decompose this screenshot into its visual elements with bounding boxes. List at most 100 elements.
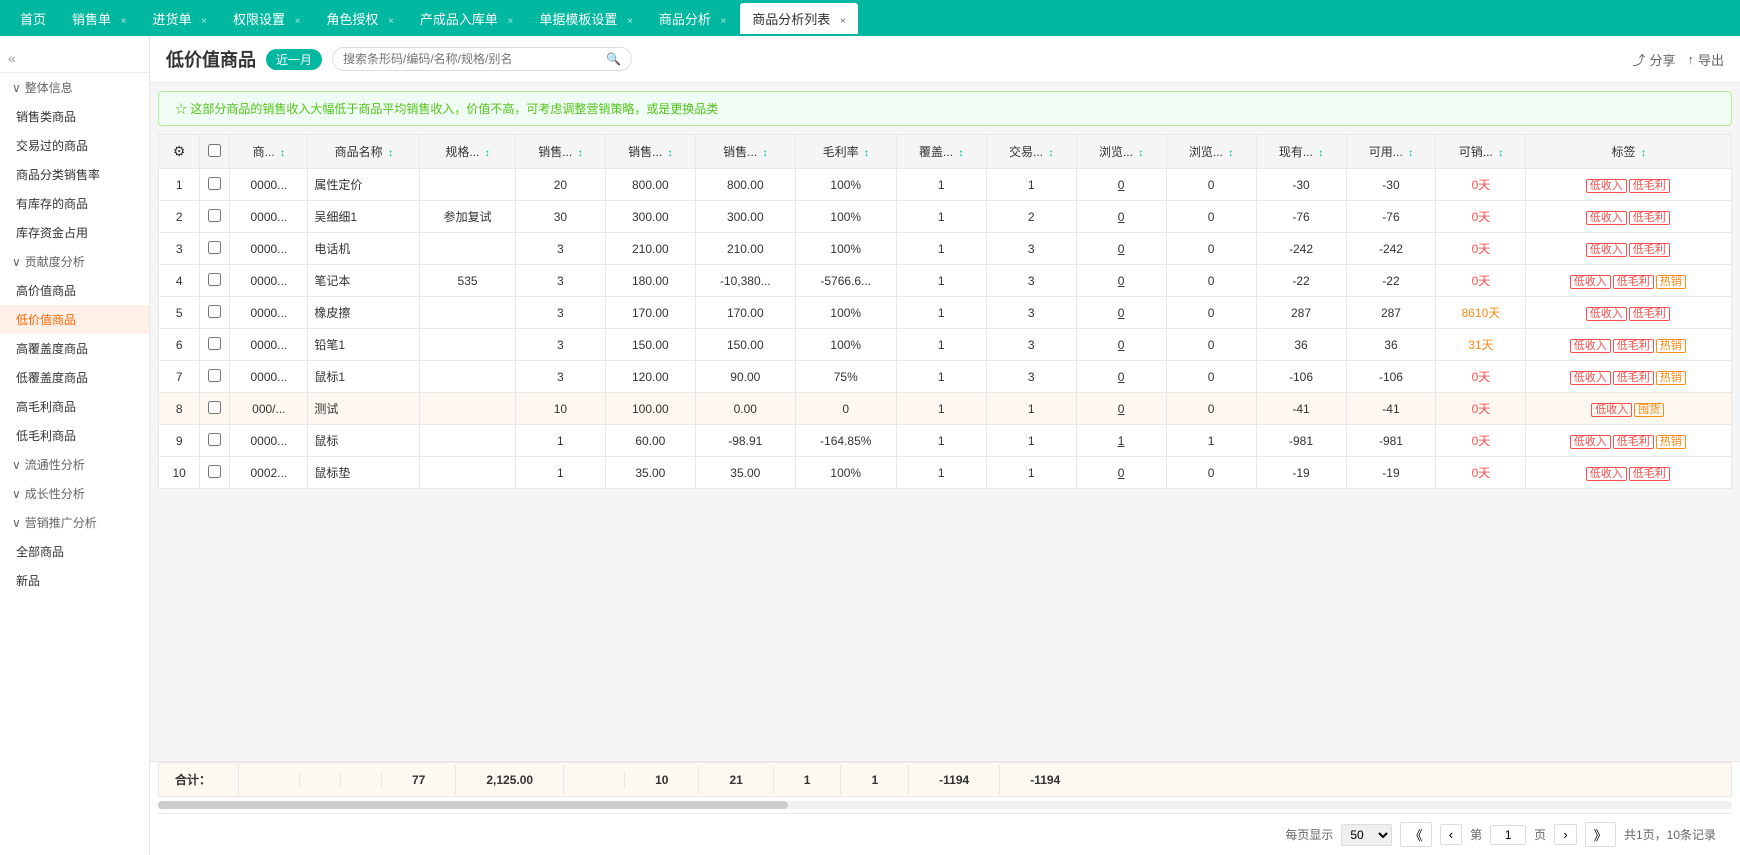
col7-link[interactable]: 0 bbox=[1118, 210, 1125, 224]
row-checkbox[interactable] bbox=[200, 457, 230, 489]
sidebar-item-stock-goods[interactable]: 有库存的商品 bbox=[0, 189, 149, 218]
row-checkbox[interactable] bbox=[200, 201, 230, 233]
row-checkbox[interactable] bbox=[200, 233, 230, 265]
search-box[interactable]: 🔍 bbox=[332, 47, 632, 71]
next-page-button[interactable]: › bbox=[1554, 824, 1576, 845]
search-input[interactable] bbox=[343, 52, 600, 66]
export-button[interactable]: ↑ 导出 bbox=[1687, 50, 1724, 69]
row-select-checkbox[interactable] bbox=[208, 273, 221, 286]
nav-product-in[interactable]: 产成品入库单 × bbox=[408, 3, 525, 34]
col7-link[interactable]: 0 bbox=[1118, 242, 1125, 256]
row-select-checkbox[interactable] bbox=[208, 465, 221, 478]
row-col7[interactable]: 0 bbox=[1076, 265, 1166, 297]
collapse-sidebar-button[interactable]: « bbox=[8, 50, 16, 66]
sidebar-item-high-coverage[interactable]: 高覆盖度商品 bbox=[0, 334, 149, 363]
col7-link[interactable]: 0 bbox=[1118, 178, 1125, 192]
per-page-select[interactable]: 50 100 200 bbox=[1341, 824, 1392, 846]
prev-page-button[interactable]: ‹ bbox=[1440, 824, 1462, 845]
nav-sales[interactable]: 销售单 × bbox=[60, 3, 138, 34]
sidebar-item-all-goods[interactable]: 全部商品 bbox=[0, 537, 149, 566]
sidebar-item-low-value[interactable]: 低价值商品 bbox=[0, 305, 149, 334]
row-col7[interactable]: 0 bbox=[1076, 233, 1166, 265]
row-select-checkbox[interactable] bbox=[208, 369, 221, 382]
row-select-checkbox[interactable] bbox=[208, 433, 221, 446]
col-available[interactable]: 可用... ↕ bbox=[1346, 135, 1436, 169]
row-col7[interactable]: 0 bbox=[1076, 201, 1166, 233]
col7-link[interactable]: 0 bbox=[1118, 466, 1125, 480]
col-views2[interactable]: 浏览... ↕ bbox=[1166, 135, 1256, 169]
col-sellable[interactable]: 可销... ↕ bbox=[1436, 135, 1526, 169]
row-col7[interactable]: 0 bbox=[1076, 169, 1166, 201]
col-current-stock[interactable]: 现有... ↕ bbox=[1256, 135, 1346, 169]
col-tags[interactable]: 标签 ↕ bbox=[1526, 135, 1732, 169]
nav-permissions[interactable]: 权限设置 × bbox=[221, 3, 312, 34]
row-checkbox[interactable] bbox=[200, 393, 230, 425]
row-col7[interactable]: 1 bbox=[1076, 425, 1166, 457]
nav-template[interactable]: 单据模板设置 × bbox=[527, 3, 644, 34]
nav-product-analysis[interactable]: 商品分析 × bbox=[647, 3, 738, 34]
col7-link[interactable]: 0 bbox=[1118, 338, 1125, 352]
settings-icon[interactable]: ⚙ bbox=[173, 143, 186, 159]
col-coverage[interactable]: 覆盖... ↕ bbox=[896, 135, 986, 169]
col-views1[interactable]: 浏览... ↕ bbox=[1076, 135, 1166, 169]
col-code[interactable]: 商... ↕ bbox=[230, 135, 308, 169]
horizontal-scrollbar[interactable] bbox=[158, 801, 1732, 809]
col-settings[interactable]: ⚙ bbox=[159, 135, 200, 169]
last-page-button[interactable]: 》 bbox=[1585, 822, 1616, 847]
row-select-checkbox[interactable] bbox=[208, 401, 221, 414]
col7-link[interactable]: 0 bbox=[1118, 402, 1125, 416]
col-checkbox[interactable] bbox=[200, 135, 230, 169]
first-page-button[interactable]: 《 bbox=[1400, 822, 1431, 847]
row-checkbox[interactable] bbox=[200, 169, 230, 201]
sidebar-item-inventory-capital[interactable]: 库存资金占用 bbox=[0, 218, 149, 247]
row-checkbox[interactable] bbox=[200, 329, 230, 361]
sidebar-group-growth-title[interactable]: ∨成长性分析 bbox=[0, 479, 149, 508]
sidebar-item-high-margin[interactable]: 高毛利商品 bbox=[0, 392, 149, 421]
sidebar-group-marketing-title[interactable]: ∨营销推广分析 bbox=[0, 508, 149, 537]
nav-roles[interactable]: 角色授权 × bbox=[314, 3, 405, 34]
page-number-input[interactable] bbox=[1490, 825, 1526, 845]
select-all-checkbox[interactable] bbox=[208, 144, 221, 157]
col-gross-margin[interactable]: 毛利率 ↕ bbox=[795, 135, 896, 169]
row-select-checkbox[interactable] bbox=[208, 177, 221, 190]
col7-link[interactable]: 0 bbox=[1118, 274, 1125, 288]
row-select-checkbox[interactable] bbox=[208, 209, 221, 222]
col7-link[interactable]: 1 bbox=[1118, 434, 1125, 448]
row-checkbox[interactable] bbox=[200, 425, 230, 457]
sidebar-item-new-goods[interactable]: 新品 bbox=[0, 566, 149, 595]
row-col7[interactable]: 0 bbox=[1076, 457, 1166, 489]
nav-analysis-list[interactable]: 商品分析列表 × bbox=[740, 3, 857, 34]
col-sales1[interactable]: 销售... ↕ bbox=[515, 135, 605, 169]
row-select-checkbox[interactable] bbox=[208, 337, 221, 350]
col-spec[interactable]: 规格... ↕ bbox=[420, 135, 516, 169]
sidebar-item-high-value[interactable]: 高价值商品 bbox=[0, 276, 149, 305]
col-sales3[interactable]: 销售... ↕ bbox=[695, 135, 795, 169]
col-sales2[interactable]: 销售... ↕ bbox=[605, 135, 695, 169]
sidebar-group-overall-title[interactable]: ∨整体信息 bbox=[0, 73, 149, 102]
row-checkbox[interactable] bbox=[200, 265, 230, 297]
filter-tag-recent-month[interactable]: 近一月 bbox=[266, 49, 322, 70]
col-name[interactable]: 商品名称 ↕ bbox=[308, 135, 420, 169]
row-checkbox[interactable] bbox=[200, 297, 230, 329]
col7-link[interactable]: 0 bbox=[1118, 370, 1125, 384]
row-col7[interactable]: 0 bbox=[1076, 361, 1166, 393]
sidebar-item-low-coverage[interactable]: 低覆盖度商品 bbox=[0, 363, 149, 392]
sidebar-item-low-margin[interactable]: 低毛利商品 bbox=[0, 421, 149, 450]
col7-link[interactable]: 0 bbox=[1118, 306, 1125, 320]
nav-purchase[interactable]: 进货单 × bbox=[140, 3, 218, 34]
row-checkbox[interactable] bbox=[200, 361, 230, 393]
sidebar-item-sales-goods[interactable]: 销售类商品 bbox=[0, 102, 149, 131]
scrollbar-thumb[interactable] bbox=[158, 801, 788, 809]
row-select-checkbox[interactable] bbox=[208, 241, 221, 254]
nav-home[interactable]: 首页 bbox=[8, 3, 58, 34]
row-col7[interactable]: 0 bbox=[1076, 393, 1166, 425]
row-col7[interactable]: 0 bbox=[1076, 297, 1166, 329]
table-container[interactable]: ⚙ 商... ↕ 商品名称 ↕ 规格... ↕ 销售... ↕ 销售... ↕ … bbox=[150, 134, 1740, 761]
sidebar-group-liquidity-title[interactable]: ∨流通性分析 bbox=[0, 450, 149, 479]
search-icon[interactable]: 🔍 bbox=[606, 52, 621, 66]
col-trade[interactable]: 交易... ↕ bbox=[986, 135, 1076, 169]
sidebar-group-contribution-title[interactable]: ∨贡献度分析 bbox=[0, 247, 149, 276]
sidebar-item-category-sales[interactable]: 商品分类销售率 bbox=[0, 160, 149, 189]
row-select-checkbox[interactable] bbox=[208, 305, 221, 318]
sidebar-item-traded-goods[interactable]: 交易过的商品 bbox=[0, 131, 149, 160]
